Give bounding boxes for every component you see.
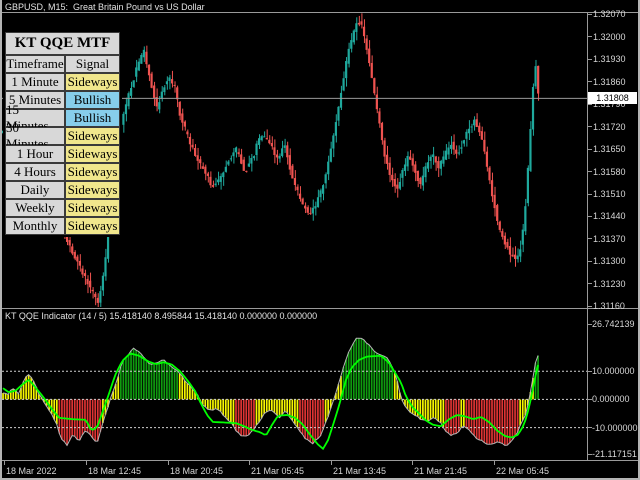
qqe-mtf-row: 1 Hour Sideways bbox=[5, 145, 120, 163]
time-axis-label: 21 Mar 13:45 bbox=[333, 466, 387, 476]
indicator-axis-label: 26.742139 bbox=[592, 319, 635, 329]
qqe-mtf-timeframe-cell: Weekly bbox=[5, 199, 65, 217]
time-axis-separator-line bbox=[0, 460, 640, 461]
qqe-mtf-row: 1 Minute Sideways bbox=[5, 73, 120, 91]
price-axis-label: 1.31370 bbox=[593, 233, 626, 244]
qqe-mtf-signal-cell: Sideways bbox=[65, 181, 120, 199]
price-axis-label: 1.31300 bbox=[593, 256, 626, 267]
price-tick bbox=[588, 193, 592, 195]
qqe-mtf-header-row: Timeframe Signal bbox=[5, 55, 120, 73]
price-tick bbox=[588, 13, 592, 15]
price-tick bbox=[588, 126, 592, 128]
price-axis-label: 1.31930 bbox=[593, 54, 626, 65]
price-tick bbox=[588, 215, 592, 217]
qqe-mtf-col-signal: Signal bbox=[65, 55, 120, 73]
qqe-mtf-signal-cell: Sideways bbox=[65, 199, 120, 217]
qqe-mtf-signal-cell: Sideways bbox=[65, 127, 120, 145]
qqe-mtf-rows: 1 Minute Sideways 5 Minutes Bullish 15 Minut… bbox=[5, 73, 120, 235]
price-axis-label: 1.32070 bbox=[593, 9, 626, 20]
qqe-mtf-row: 4 Hours Sideways bbox=[5, 163, 120, 181]
price-axis-label: 1.31720 bbox=[593, 121, 626, 132]
time-axis-label: 18 Mar 2022 bbox=[6, 466, 57, 476]
qqe-mtf-timeframe-cell: Daily bbox=[5, 181, 65, 199]
time-tick bbox=[494, 461, 495, 465]
qqe-mtf-timeframe-cell: 1 Minute bbox=[5, 73, 65, 91]
indicator-separator-line[interactable] bbox=[0, 308, 640, 309]
qqe-mtf-signal-cell: Sideways bbox=[65, 73, 120, 91]
time-tick bbox=[249, 461, 250, 465]
qqe-mtf-col-timeframe: Timeframe bbox=[5, 55, 65, 73]
indicator-axis-label: 10.000000 bbox=[592, 366, 635, 377]
price-axis-label: 1.31860 bbox=[593, 76, 626, 87]
qqe-mtf-signal-cell: Sideways bbox=[65, 217, 120, 235]
chart-title: GBPUSD, M15: Great Britain Pound vs US D… bbox=[5, 2, 205, 12]
price-tick bbox=[588, 81, 592, 83]
price-tick bbox=[588, 148, 592, 150]
price-tick bbox=[588, 238, 592, 240]
window-border-left bbox=[0, 0, 2, 480]
time-tick bbox=[86, 461, 87, 465]
bid-price-box: 1.31808 bbox=[588, 92, 637, 105]
qqe-mtf-signal-cell: Bullish bbox=[65, 91, 120, 109]
indicator-axis-label: -21.117151 bbox=[592, 449, 637, 459]
time-axis-label: 21 Mar 21:45 bbox=[414, 466, 468, 476]
price-axis-label: 1.32000 bbox=[593, 31, 626, 42]
qqe-mtf-panel-title: KT QQE MTF bbox=[5, 32, 120, 55]
indicator-axis-label: -10.000000 bbox=[592, 422, 638, 433]
qqe-mtf-row: 30 Minutes Sideways bbox=[5, 120, 120, 151]
qqe-mtf-signal-cell: Sideways bbox=[65, 163, 120, 181]
time-axis-label: 18 Mar 20:45 bbox=[170, 466, 224, 476]
qqe-mtf-row: Daily Sideways bbox=[5, 181, 120, 199]
qqe-mtf-row: Monthly Sideways bbox=[5, 217, 120, 235]
indicator-canvas[interactable] bbox=[2, 324, 587, 459]
chart-window: GBPUSD, M15: Great Britain Pound vs US D… bbox=[0, 0, 640, 480]
time-axis-label: 22 Mar 05:45 bbox=[496, 466, 550, 476]
price-axis-label: 1.31440 bbox=[593, 211, 626, 222]
time-tick bbox=[168, 461, 169, 465]
qqe-mtf-signal-cell: Sideways bbox=[65, 145, 120, 163]
qqe-mtf-panel: KT QQE MTF Timeframe Signal 1 Minute Side… bbox=[3, 30, 122, 237]
price-tick bbox=[588, 260, 592, 262]
qqe-mtf-timeframe-cell: 1 Hour bbox=[5, 145, 65, 163]
price-axis-label: 1.31580 bbox=[593, 166, 626, 177]
price-axis-label: 1.31650 bbox=[593, 144, 626, 155]
qqe-mtf-timeframe-cell: 30 Minutes bbox=[5, 120, 65, 151]
time-tick bbox=[331, 461, 332, 465]
qqe-mtf-row: Weekly Sideways bbox=[5, 199, 120, 217]
time-axis-label: 21 Mar 05:45 bbox=[251, 466, 305, 476]
price-tick bbox=[588, 305, 592, 307]
price-axis-border-line bbox=[587, 13, 588, 460]
indicator-axis-label: 0.000000 bbox=[592, 394, 630, 405]
qqe-mtf-signal-cell: Bullish bbox=[65, 109, 120, 127]
price-tick bbox=[588, 283, 592, 285]
price-tick bbox=[588, 36, 592, 38]
time-tick bbox=[412, 461, 413, 465]
price-axis-label: 1.31160 bbox=[593, 301, 625, 312]
indicator-title: KT QQE Indicator (14 / 5) 15.418140 8.49… bbox=[5, 311, 318, 321]
price-tick bbox=[588, 58, 592, 60]
qqe-mtf-timeframe-cell: Monthly bbox=[5, 217, 65, 235]
time-axis-label: 18 Mar 12:45 bbox=[88, 466, 142, 476]
price-axis-label: 1.31230 bbox=[593, 278, 626, 289]
time-tick bbox=[4, 461, 5, 465]
price-tick bbox=[588, 171, 592, 173]
price-axis-label: 1.31510 bbox=[593, 189, 626, 199]
qqe-mtf-timeframe-cell: 4 Hours bbox=[5, 163, 65, 181]
